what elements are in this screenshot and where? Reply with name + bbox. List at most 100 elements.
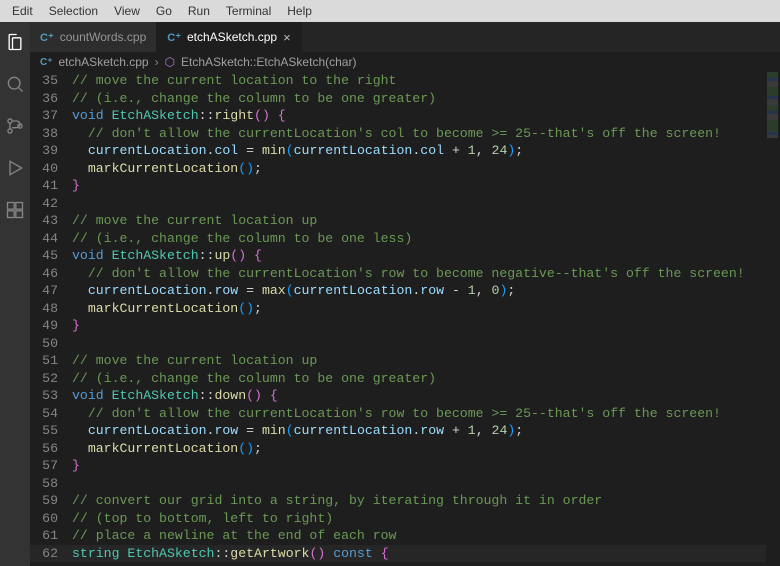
- menu-view[interactable]: View: [106, 4, 148, 18]
- code-content[interactable]: // move the current location up: [72, 212, 766, 230]
- line-number: 56: [30, 440, 72, 458]
- code-line[interactable]: 41}: [30, 177, 766, 195]
- code-line[interactable]: 48 markCurrentLocation();: [30, 300, 766, 318]
- cpp-file-icon: C⁺: [40, 57, 53, 68]
- line-number: 42: [30, 195, 72, 213]
- code-line[interactable]: 44// (i.e., change the column to be one …: [30, 230, 766, 248]
- code-line[interactable]: 56 markCurrentLocation();: [30, 440, 766, 458]
- code-line[interactable]: 45void EtchASketch::up() {: [30, 247, 766, 265]
- tab-countwords[interactable]: C⁺ countWords.cpp: [30, 22, 157, 52]
- code-content[interactable]: currentLocation.row = min(currentLocatio…: [72, 422, 766, 440]
- menu-help[interactable]: Help: [279, 4, 320, 18]
- code-line[interactable]: 42: [30, 195, 766, 213]
- code-content[interactable]: // place a newline at the end of each ro…: [72, 527, 766, 545]
- menu-selection[interactable]: Selection: [41, 4, 106, 18]
- menu-go[interactable]: Go: [148, 4, 180, 18]
- code-content[interactable]: // don't allow the currentLocation's row…: [72, 265, 766, 283]
- code-content[interactable]: [72, 475, 766, 493]
- line-number: 53: [30, 387, 72, 405]
- line-number: 44: [30, 230, 72, 248]
- code-content[interactable]: // (i.e., change the column to be one gr…: [72, 370, 766, 388]
- code-content[interactable]: string EtchASketch::getArtwork() const {: [72, 545, 766, 563]
- code-line[interactable]: 43// move the current location up: [30, 212, 766, 230]
- code-line[interactable]: 58: [30, 475, 766, 493]
- symbol-icon: ⬡: [165, 55, 175, 69]
- code-content[interactable]: currentLocation.row = max(currentLocatio…: [72, 282, 766, 300]
- code-content[interactable]: // move the current location up: [72, 352, 766, 370]
- minimap[interactable]: [766, 72, 780, 566]
- code-line[interactable]: 37void EtchASketch::right() {: [30, 107, 766, 125]
- source-control-icon[interactable]: [3, 114, 27, 138]
- line-number: 52: [30, 370, 72, 388]
- line-number: 60: [30, 510, 72, 528]
- line-number: 50: [30, 335, 72, 353]
- code-line[interactable]: 50: [30, 335, 766, 353]
- breadcrumb-file[interactable]: etchASketch.cpp: [59, 55, 149, 69]
- code-content[interactable]: [72, 195, 766, 213]
- cpp-file-icon: C⁺: [40, 31, 54, 44]
- code-content[interactable]: // (i.e., change the column to be one le…: [72, 230, 766, 248]
- code-line[interactable]: 60// (top to bottom, left to right): [30, 510, 766, 528]
- code-line[interactable]: 59// convert our grid into a string, by …: [30, 492, 766, 510]
- code-content[interactable]: }: [72, 457, 766, 475]
- code-content[interactable]: // (i.e., change the column to be one gr…: [72, 90, 766, 108]
- code-line[interactable]: 38 // don't allow the currentLocation's …: [30, 125, 766, 143]
- code-content[interactable]: // move the current location to the righ…: [72, 72, 766, 90]
- code-line[interactable]: 40 markCurrentLocation();: [30, 160, 766, 178]
- code-content[interactable]: currentLocation.col = min(currentLocatio…: [72, 142, 766, 160]
- code-editor[interactable]: 35// move the current location to the ri…: [30, 72, 766, 566]
- code-line[interactable]: 39 currentLocation.col = min(currentLoca…: [30, 142, 766, 160]
- chevron-right-icon: ›: [155, 55, 159, 69]
- code-line[interactable]: 52// (i.e., change the column to be one …: [30, 370, 766, 388]
- code-content[interactable]: [72, 335, 766, 353]
- line-number: 54: [30, 405, 72, 423]
- line-number: 45: [30, 247, 72, 265]
- code-content[interactable]: void EtchASketch::up() {: [72, 247, 766, 265]
- code-content[interactable]: // convert our grid into a string, by it…: [72, 492, 766, 510]
- close-tab-icon[interactable]: ×: [283, 30, 291, 45]
- menu-edit[interactable]: Edit: [4, 4, 41, 18]
- code-line[interactable]: 54 // don't allow the currentLocation's …: [30, 405, 766, 423]
- code-line[interactable]: 36// (i.e., change the column to be one …: [30, 90, 766, 108]
- code-content[interactable]: // (top to bottom, left to right): [72, 510, 766, 528]
- code-content[interactable]: markCurrentLocation();: [72, 440, 766, 458]
- code-line[interactable]: 35// move the current location to the ri…: [30, 72, 766, 90]
- code-content[interactable]: void EtchASketch::right() {: [72, 107, 766, 125]
- extensions-icon[interactable]: [3, 198, 27, 222]
- tab-etchasketch[interactable]: C⁺ etchASketch.cpp ×: [157, 22, 301, 52]
- editor-tabs: C⁺ countWords.cpp C⁺ etchASketch.cpp ×: [30, 22, 780, 52]
- tab-label: countWords.cpp: [60, 30, 147, 44]
- code-content[interactable]: // don't allow the currentLocation's row…: [72, 405, 766, 423]
- line-number: 38: [30, 125, 72, 143]
- code-content[interactable]: }: [72, 317, 766, 335]
- menu-run[interactable]: Run: [180, 4, 218, 18]
- line-number: 43: [30, 212, 72, 230]
- breadcrumb[interactable]: C⁺ etchASketch.cpp › ⬡ EtchASketch::Etch…: [30, 52, 780, 72]
- code-content[interactable]: markCurrentLocation();: [72, 160, 766, 178]
- code-line[interactable]: 53void EtchASketch::down() {: [30, 387, 766, 405]
- code-line[interactable]: 46 // don't allow the currentLocation's …: [30, 265, 766, 283]
- menu-bar: Edit Selection View Go Run Terminal Help: [0, 0, 780, 22]
- code-line[interactable]: 57}: [30, 457, 766, 475]
- line-number: 37: [30, 107, 72, 125]
- search-icon[interactable]: [3, 72, 27, 96]
- breadcrumb-symbol[interactable]: EtchASketch::EtchASketch(char): [181, 55, 356, 69]
- line-number: 61: [30, 527, 72, 545]
- code-content[interactable]: // don't allow the currentLocation's col…: [72, 125, 766, 143]
- code-line[interactable]: 47 currentLocation.row = max(currentLoca…: [30, 282, 766, 300]
- code-content[interactable]: void EtchASketch::down() {: [72, 387, 766, 405]
- tab-label: etchASketch.cpp: [187, 30, 277, 44]
- menu-terminal[interactable]: Terminal: [218, 4, 279, 18]
- run-debug-icon[interactable]: [3, 156, 27, 180]
- code-line[interactable]: 61// place a newline at the end of each …: [30, 527, 766, 545]
- code-line[interactable]: 49}: [30, 317, 766, 335]
- code-line[interactable]: 55 currentLocation.row = min(currentLoca…: [30, 422, 766, 440]
- explorer-icon[interactable]: [3, 30, 27, 54]
- code-line[interactable]: 51// move the current location up: [30, 352, 766, 370]
- code-content[interactable]: markCurrentLocation();: [72, 300, 766, 318]
- code-content[interactable]: }: [72, 177, 766, 195]
- line-number: 48: [30, 300, 72, 318]
- line-number: 58: [30, 475, 72, 493]
- code-line[interactable]: 62string EtchASketch::getArtwork() const…: [30, 545, 766, 563]
- line-number: 49: [30, 317, 72, 335]
